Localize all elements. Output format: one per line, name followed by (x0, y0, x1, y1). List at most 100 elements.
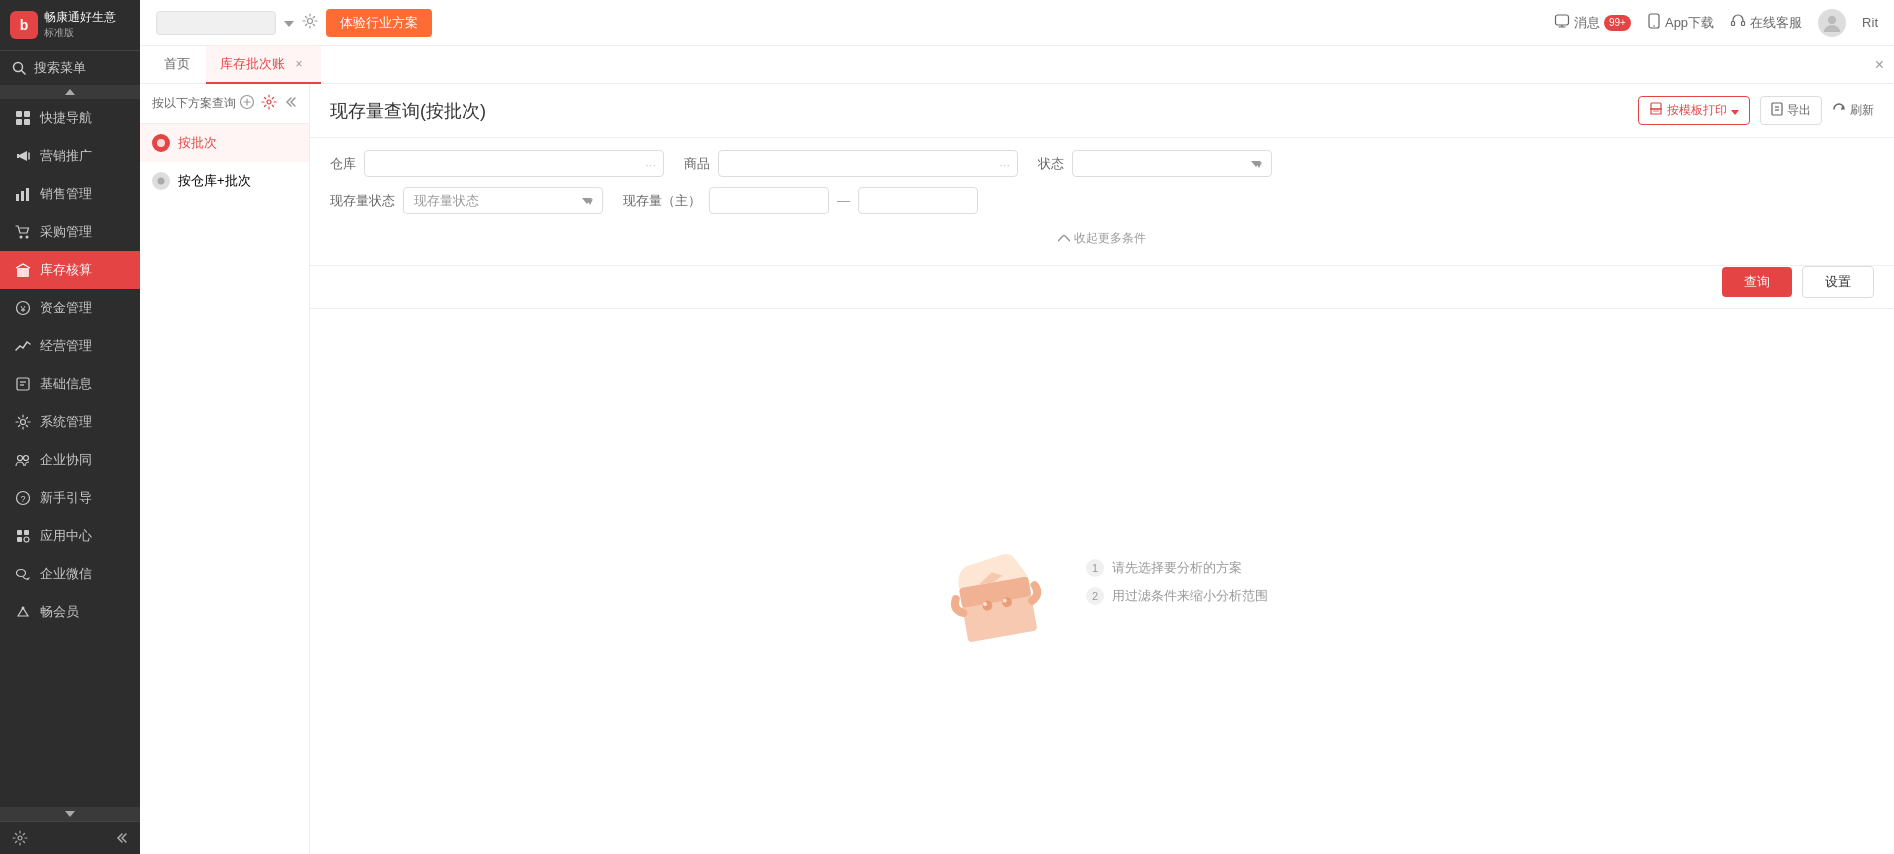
sidebar-item-member[interactable]: 畅会员 (0, 593, 140, 631)
sidebar-item-marketing[interactable]: 营销推广 (0, 137, 140, 175)
refresh-btn[interactable]: 刷新 (1832, 102, 1874, 119)
export-btn[interactable]: 导出 (1760, 96, 1822, 125)
range-dash: — (837, 193, 850, 208)
topbar-chevron-icon[interactable] (284, 15, 294, 30)
sidebar-item-label: 采购管理 (40, 223, 92, 241)
experience-btn[interactable]: 体验行业方案 (326, 9, 432, 37)
sidebar-item-enterprise-wx[interactable]: 企业微信 (0, 555, 140, 593)
sidebar-item-label: 营销推广 (40, 147, 92, 165)
enterprise-icon (14, 451, 32, 469)
add-plan-btn[interactable] (239, 94, 255, 113)
sales-icon (14, 185, 32, 203)
collapse-more-btn[interactable]: 收起更多条件 (330, 224, 1874, 253)
svg-point-19 (18, 455, 23, 460)
tab-home[interactable]: 首页 (150, 46, 204, 84)
svg-rect-35 (1732, 22, 1735, 26)
status-label: 状态 (1038, 155, 1064, 173)
tab-close-btn[interactable]: × (291, 56, 307, 72)
plan-item-by-warehouse-batch[interactable]: 按仓库+批次 (140, 162, 309, 200)
search-menu-label: 搜索菜单 (34, 59, 86, 77)
topbar-gear-icon[interactable] (302, 13, 318, 33)
svg-point-34 (1653, 25, 1655, 27)
refresh-btn-label: 刷新 (1850, 102, 1874, 119)
status-select[interactable] (1072, 150, 1272, 177)
content-area: 按以下方案查询 按 (140, 84, 1894, 854)
search-menu-item[interactable]: 搜索菜单 (0, 51, 140, 85)
tab-panel-close-btn[interactable]: × (1875, 56, 1884, 74)
sidebar-item-enterprise[interactable]: 企业协同 (0, 441, 140, 479)
scroll-up-btn[interactable] (0, 85, 140, 99)
product-input[interactable] (718, 150, 1018, 177)
tab-close-x-icon[interactable]: × (291, 56, 307, 72)
svg-text:?: ? (20, 494, 25, 504)
sidebar-item-system[interactable]: 系统管理 (0, 403, 140, 441)
user-name: Rit (1862, 15, 1878, 30)
svg-rect-46 (1653, 110, 1659, 112)
tab-inventory-batch[interactable]: 库存批次账 × (206, 46, 321, 84)
left-panel-title: 按以下方案查询 (152, 95, 236, 112)
sidebar-item-label: 新手引导 (40, 489, 92, 507)
svg-rect-25 (17, 537, 22, 542)
empty-tip-2: 2 用过滤条件来缩小分析范围 (1086, 587, 1268, 605)
sidebar-item-label: 资金管理 (40, 299, 92, 317)
app-download-btn[interactable]: App下载 (1647, 13, 1714, 32)
left-panel: 按以下方案查询 按 (140, 84, 310, 854)
sidebar-header: b 畅康通好生意 标准版 (0, 0, 140, 51)
sidebar-collapse-btn[interactable] (114, 831, 128, 845)
user-avatar[interactable] (1818, 9, 1846, 37)
left-panel-actions (239, 94, 297, 113)
sidebar-item-basicinfo[interactable]: 基础信息 (0, 365, 140, 403)
sidebar-item-inventory[interactable]: 库存核算 (0, 251, 140, 289)
stock-status-label: 现存量状态 (330, 192, 395, 210)
scroll-down-btn[interactable] (0, 807, 140, 821)
tip-1-num: 1 (1086, 559, 1104, 577)
member-icon (14, 603, 32, 621)
topbar-right: 消息 99+ App下载 在线客服 Rit (1554, 9, 1878, 37)
sidebar-settings-btn[interactable] (12, 830, 28, 846)
online-service-btn[interactable]: 在线客服 (1730, 13, 1802, 32)
sidebar-item-label: 企业微信 (40, 565, 92, 583)
warehouse-more-btn[interactable]: ··· (645, 156, 656, 171)
tip-2-text: 用过滤条件来缩小分析范围 (1112, 587, 1268, 605)
empty-tip-1: 1 请先选择要分析的方案 (1086, 559, 1268, 577)
refresh-icon (1832, 102, 1846, 119)
wechat-icon (14, 565, 32, 583)
svg-rect-24 (24, 530, 29, 535)
warehouse-input[interactable] (364, 150, 664, 177)
sidebar-item-label: 企业协同 (40, 451, 92, 469)
sidebar-item-quick-nav[interactable]: 快捷导航 (0, 99, 140, 137)
sidebar-item-sales[interactable]: 销售管理 (0, 175, 140, 213)
action-bar: 查询 设置 (310, 266, 1894, 309)
sidebar-item-operations[interactable]: 经营管理 (0, 327, 140, 365)
topbar-search-input[interactable] (156, 11, 276, 35)
plan-item-by-batch[interactable]: 按批次 (140, 124, 309, 162)
svg-point-37 (1828, 16, 1836, 24)
sidebar-item-purchase[interactable]: 采购管理 (0, 213, 140, 251)
sidebar-item-label: 经营管理 (40, 337, 92, 355)
svg-rect-4 (16, 119, 22, 125)
query-btn[interactable]: 查询 (1722, 267, 1792, 297)
print-chevron-icon[interactable] (1731, 104, 1739, 118)
messages-btn[interactable]: 消息 99+ (1554, 13, 1631, 32)
inventory-icon (14, 261, 32, 279)
print-icon (1649, 102, 1663, 119)
stock-qty-max-input[interactable] (858, 187, 978, 214)
settings-btn[interactable]: 设置 (1802, 266, 1874, 298)
sidebar-item-appcenter[interactable]: 应用中心 (0, 517, 140, 555)
collapse-left-panel-btn[interactable] (283, 95, 297, 112)
plan-settings-btn[interactable] (261, 94, 277, 113)
stock-status-select[interactable]: 现存量状态 (403, 187, 603, 214)
svg-rect-36 (1742, 22, 1745, 26)
svg-point-20 (24, 455, 29, 460)
stock-qty-min-input[interactable] (709, 187, 829, 214)
messages-label: 消息 (1574, 14, 1600, 32)
product-more-btn[interactable]: ··· (999, 156, 1010, 171)
sidebar-item-finance[interactable]: ¥ 资金管理 (0, 289, 140, 327)
print-btn[interactable]: 按模板打印 (1638, 96, 1750, 125)
svg-rect-44 (1651, 103, 1661, 109)
basicinfo-icon (14, 375, 32, 393)
stock-qty-filter: 现存量（主） — (623, 187, 978, 214)
filter-row-1: 仓库 ··· 商品 ··· 状态 (330, 150, 1874, 177)
app-name: 畅康通好生意 (44, 10, 116, 26)
sidebar-item-newbie[interactable]: ? 新手引导 (0, 479, 140, 517)
